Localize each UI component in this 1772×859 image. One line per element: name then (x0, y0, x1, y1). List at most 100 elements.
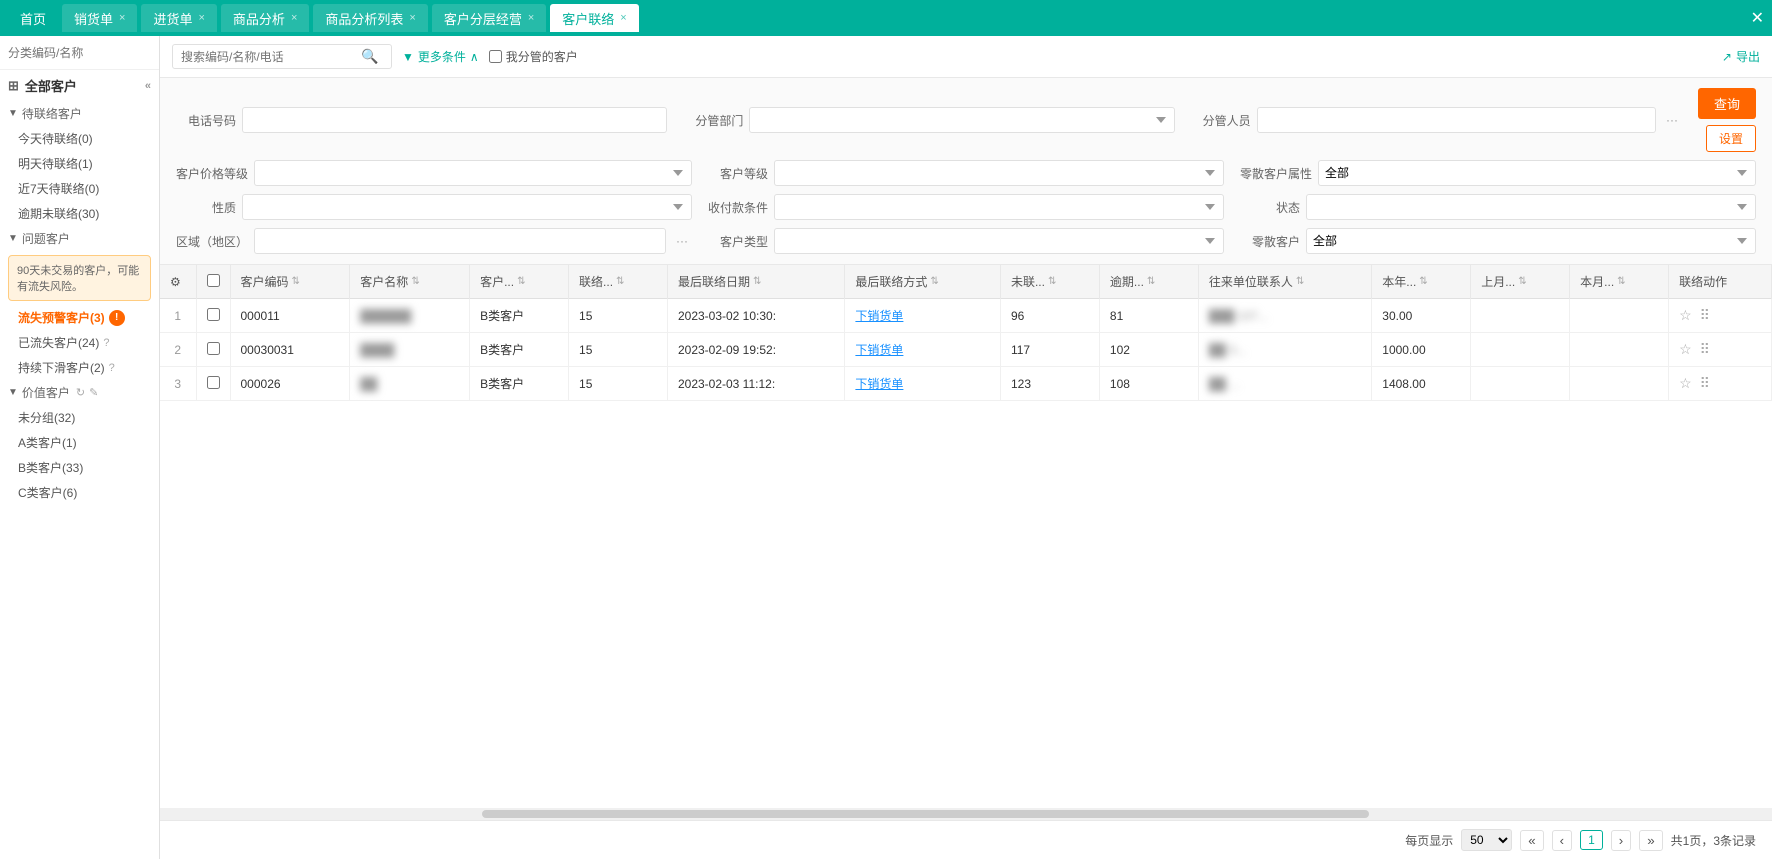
query-button[interactable]: 查询 (1698, 88, 1756, 119)
refresh-icon[interactable]: ↻ (76, 386, 85, 399)
tab-home[interactable]: 首页 (8, 4, 58, 32)
last-page-btn[interactable]: » (1639, 830, 1662, 851)
sort-unit-icon[interactable]: ⇅ (1296, 276, 1304, 287)
region-more-btn[interactable]: ··· (672, 234, 692, 248)
section-problem-title[interactable]: ▼ 问题客户 (0, 226, 159, 251)
sidebar-item-a-class[interactable]: A类客户(1) (0, 430, 159, 455)
prev-page-btn[interactable]: ‹ (1552, 830, 1572, 851)
main-layout: 🔍 ⊞ 全部客户 « ▼ 待联络客户 今天待联络(0) 明天待联络(1) 近7天… (0, 36, 1772, 859)
per-page-select[interactable]: 50 100 (1461, 829, 1512, 851)
section-pending-title[interactable]: ▼ 待联络客户 (0, 101, 159, 126)
more-action-icon[interactable]: ⠿ (1700, 307, 1710, 324)
row-this-month (1570, 367, 1669, 401)
sort-thisyear-icon[interactable]: ⇅ (1419, 276, 1427, 287)
close-tab-customer-contact[interactable]: × (620, 12, 626, 24)
nature-select[interactable] (242, 194, 692, 220)
settings-col-icon[interactable]: ⚙ (170, 275, 181, 289)
contact-icon[interactable]: ☆ (1679, 307, 1692, 324)
region-input[interactable] (254, 228, 666, 254)
my-customers-checkbox-label[interactable]: 我分管的客户 (489, 48, 578, 65)
close-tab-purchase[interactable]: × (198, 12, 204, 24)
customer-tier-select[interactable] (774, 160, 1224, 186)
dept-select[interactable] (749, 107, 1174, 133)
sidebar-item-b-class[interactable]: B类客户(33) (0, 455, 159, 480)
price-tier-select[interactable] (254, 160, 692, 186)
row-checkbox[interactable] (207, 376, 220, 389)
close-window-btn[interactable]: ✕ (1751, 8, 1764, 28)
tab-customer-tier[interactable]: 客户分层经营 × (432, 4, 546, 32)
sort-contacts-icon[interactable]: ⇅ (616, 276, 624, 287)
retail-attr-select[interactable]: 全部 (1318, 160, 1756, 186)
customer-type-label: 客户类型 (708, 233, 768, 250)
row-checkbox[interactable] (207, 308, 220, 321)
sort-name-icon[interactable]: ⇅ (411, 276, 419, 287)
person-input[interactable] (1257, 107, 1656, 133)
row-num: 1 (160, 299, 196, 333)
sort-method-icon[interactable]: ⇅ (930, 276, 938, 287)
tab-purchase[interactable]: 进货单 × (141, 4, 216, 32)
next-page-btn[interactable]: › (1611, 830, 1631, 851)
region-label: 区域（地区） (176, 233, 248, 250)
all-customers-header[interactable]: ⊞ 全部客户 « (0, 70, 159, 101)
filter-icon: ▼ (402, 50, 414, 64)
sidebar-item-today[interactable]: 今天待联络(0) (0, 126, 159, 151)
retail-select[interactable]: 全部 (1306, 228, 1756, 254)
status-select[interactable] (1306, 194, 1756, 220)
filter-retail-attr: 零散客户属性 全部 (1240, 160, 1756, 186)
more-conditions-btn[interactable]: ▼ 更多条件 ∧ (402, 48, 479, 65)
sidebar-item-at-risk[interactable]: 流失预警客户(3) ! (0, 305, 159, 330)
my-customers-checkbox[interactable] (489, 50, 502, 63)
sidebar-item-lost[interactable]: 已流失客户(24) ? (0, 330, 159, 355)
person-more-btn[interactable]: ··· (1662, 113, 1682, 127)
sort-type-icon[interactable]: ⇅ (517, 276, 525, 287)
sidebar-item-overdue-contact[interactable]: 逾期未联络(30) (0, 201, 159, 226)
more-action-icon[interactable]: ⠿ (1700, 341, 1710, 358)
first-page-btn[interactable]: « (1520, 830, 1543, 851)
sidebar-item-7days[interactable]: 近7天待联络(0) (0, 176, 159, 201)
sidebar-item-c-class[interactable]: C类客户(6) (0, 480, 159, 505)
settings-button[interactable]: 设置 (1706, 125, 1756, 152)
close-tab-sales[interactable]: × (119, 12, 125, 24)
scrollbar-thumb[interactable] (482, 810, 1369, 818)
sort-code-icon[interactable]: ⇅ (292, 276, 300, 287)
contact-icon[interactable]: ☆ (1679, 375, 1692, 392)
contact-icon[interactable]: ☆ (1679, 341, 1692, 358)
phone-input[interactable] (242, 107, 667, 133)
tab-sales[interactable]: 销货单 × (62, 4, 137, 32)
search-input[interactable] (181, 50, 361, 64)
row-action: ☆ ⠿ (1669, 333, 1772, 367)
row-overdue: 81 (1099, 299, 1198, 333)
export-btn[interactable]: ↗ 导出 (1722, 48, 1760, 65)
tab-customer-contact[interactable]: 客户联络 × (550, 4, 638, 32)
sort-date-icon[interactable]: ⇅ (753, 276, 761, 287)
payment-select[interactable] (774, 194, 1224, 220)
sidebar-item-tomorrow[interactable]: 明天待联络(1) (0, 151, 159, 176)
filter-action-col: 查询 设置 (1698, 88, 1756, 152)
sidebar-collapse-btn[interactable]: « (145, 80, 151, 92)
filter-row-4: 区域（地区） ··· 客户类型 零散客户 全部 (176, 228, 1756, 254)
row-name: ██████ (350, 299, 470, 333)
customer-type-select[interactable] (774, 228, 1224, 254)
sort-nocontact-icon[interactable]: ⇅ (1048, 276, 1056, 287)
tab-product-analysis[interactable]: 商品分析 × (221, 4, 309, 32)
select-all-checkbox[interactable] (207, 274, 220, 287)
more-action-icon[interactable]: ⠿ (1700, 375, 1710, 392)
tab-product-analysis-list[interactable]: 商品分析列表 × (313, 4, 427, 32)
row-last-method: 下销货单 (845, 299, 1001, 333)
search-submit-icon[interactable]: 🔍 (361, 48, 378, 65)
sidebar-item-declining[interactable]: 持续下滑客户(2) ? (0, 355, 159, 380)
row-checkbox[interactable] (207, 342, 220, 355)
close-tab-product-analysis[interactable]: × (291, 12, 297, 24)
horizontal-scrollbar[interactable] (160, 808, 1772, 820)
col-settings[interactable]: ⚙ (160, 265, 196, 299)
sort-thismonth-icon[interactable]: ⇅ (1617, 276, 1625, 287)
sidebar-search-input[interactable] (8, 46, 160, 60)
edit-icon[interactable]: ✎ (89, 386, 98, 399)
section-valued-title[interactable]: ▼ 价值客户 ↻ ✎ (0, 380, 159, 405)
sort-lastmonth-icon[interactable]: ⇅ (1518, 276, 1526, 287)
close-tab-customer-tier[interactable]: × (528, 12, 534, 24)
sort-overdue-icon[interactable]: ⇅ (1147, 276, 1155, 287)
warning-badge: ! (109, 310, 125, 326)
sidebar-item-unsorted[interactable]: 未分组(32) (0, 405, 159, 430)
close-tab-product-analysis-list[interactable]: × (409, 12, 415, 24)
